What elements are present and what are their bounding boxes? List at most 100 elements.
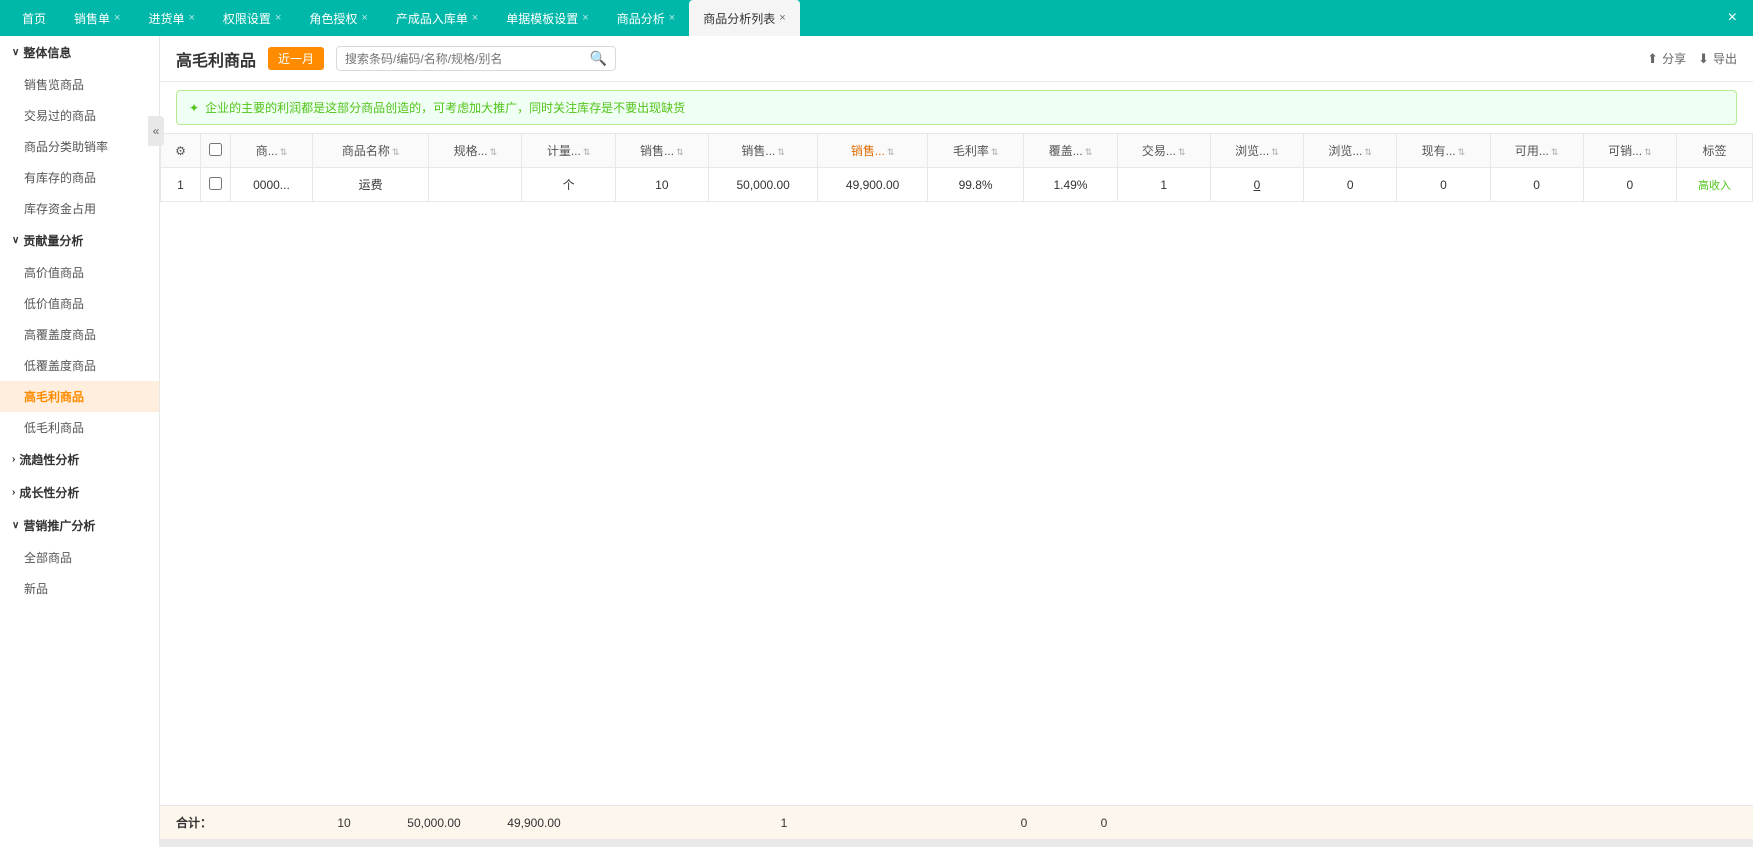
top-navigation: 首页 销售单 × 进货单 × 权限设置 × 角色授权 × 产成品入库单 × 单据… (0, 0, 1753, 36)
page-title: 高毛利商品 (176, 47, 256, 71)
sidebar-group-growth[interactable]: › 成长性分析 (0, 476, 159, 509)
sidebar-item-stock-capital[interactable]: 库存资金占用 (0, 193, 159, 224)
col-header-sales-qty[interactable]: 销售...⇅ (615, 134, 708, 168)
nav-tab-purchase[interactable]: 进货单 × (134, 0, 208, 36)
cell-code: 0000... (231, 168, 313, 202)
col-header-gross-margin[interactable]: 毛利率⇅ (927, 134, 1024, 168)
sort-icon-12: ⇅ (1364, 147, 1372, 157)
col-header-transactions[interactable]: 交易...⇅ (1117, 134, 1210, 168)
sidebar-item-category-rate[interactable]: 商品分类助销率 (0, 131, 159, 162)
content-header: 高毛利商品 近一月 🔍 ⬆ 分享 ⬇ 导出 (160, 36, 1753, 82)
col-header-views2[interactable]: 浏览...⇅ (1304, 134, 1397, 168)
footer-sales-profit: 49,900.00 (484, 816, 584, 830)
nav-tab-templates[interactable]: 单据模板设置 × (492, 0, 602, 36)
footer-sales-qty: 10 (304, 816, 384, 830)
sort-icon-15: ⇅ (1644, 147, 1652, 157)
col-header-stock-current[interactable]: 现有...⇅ (1397, 134, 1490, 168)
col-header-settings[interactable]: ⚙ (161, 134, 201, 168)
sidebar-item-low-coverage[interactable]: 低覆盖度商品 (0, 350, 159, 381)
footer-transactions: 1 (744, 816, 824, 830)
cell-gross-margin: 99.8% (927, 168, 1024, 202)
footer-total-label: 合计： (176, 814, 296, 831)
col-header-stock-sellable[interactable]: 可销...⇅ (1583, 134, 1676, 168)
sidebar-group-contribution[interactable]: ∨ 贡献量分析 (0, 224, 159, 257)
close-purchase-tab[interactable]: × (188, 12, 194, 24)
cell-index: 1 (161, 168, 201, 202)
cell-stock-available: 0 (1490, 168, 1583, 202)
col-header-code[interactable]: 商...⇅ (231, 134, 313, 168)
nav-tab-home[interactable]: 首页 (8, 0, 60, 36)
close-sales-tab[interactable]: × (114, 12, 120, 24)
close-analysis-list-tab[interactable]: × (779, 12, 785, 24)
search-input[interactable] (345, 52, 586, 66)
product-table: ⚙ 商...⇅ 商品名称⇅ 规格...⇅ 计量...⇅ 销售...⇅ 销售...… (160, 133, 1753, 202)
col-header-name[interactable]: 商品名称⇅ (312, 134, 428, 168)
cell-name: 运费 (312, 168, 428, 202)
nav-tab-analysis-list[interactable]: 商品分析列表 × (689, 0, 799, 36)
search-icon[interactable]: 🔍 (590, 50, 607, 67)
cell-stock-current: 0 (1397, 168, 1490, 202)
sidebar-item-low-value[interactable]: 低价值商品 (0, 288, 159, 319)
close-permissions-tab[interactable]: × (275, 12, 281, 24)
sort-icon-14: ⇅ (1551, 147, 1559, 157)
arrow-icon-5: ∨ (12, 520, 19, 531)
share-button[interactable]: ⬆ 分享 (1647, 50, 1686, 67)
sidebar-item-high-value[interactable]: 高价值商品 (0, 257, 159, 288)
time-filter-button[interactable]: 近一月 (268, 47, 324, 70)
col-header-views1[interactable]: 浏览...⇅ (1210, 134, 1303, 168)
cell-unit: 个 (522, 168, 615, 202)
cell-checkbox[interactable] (201, 168, 231, 202)
col-header-spec[interactable]: 规格...⇅ (429, 134, 522, 168)
sidebar-item-high-coverage[interactable]: 高覆盖度商品 (0, 319, 159, 350)
header-actions: ⬆ 分享 ⬇ 导出 (1647, 50, 1737, 67)
sidebar-item-high-margin[interactable]: 高毛利商品 (0, 381, 159, 412)
sort-icon-13: ⇅ (1458, 147, 1466, 157)
nav-tab-warehouse[interactable]: 产成品入库单 × (382, 0, 492, 36)
search-box[interactable]: 🔍 (336, 46, 616, 71)
close-warehouse-tab[interactable]: × (472, 12, 478, 24)
col-header-sales-amount[interactable]: 销售...⇅ (708, 134, 817, 168)
nav-tab-roles[interactable]: 角色授权 × (295, 0, 381, 36)
horizontal-scrollbar[interactable] (160, 839, 1753, 847)
sidebar-item-in-stock[interactable]: 有库存的商品 (0, 162, 159, 193)
arrow-icon-3: › (12, 454, 15, 465)
sidebar-item-new-products[interactable]: 新品 (0, 573, 159, 604)
col-header-unit[interactable]: 计量...⇅ (522, 134, 615, 168)
nav-tab-sales[interactable]: 销售单 × (60, 0, 134, 36)
cell-tag: 高收入 (1677, 168, 1753, 202)
sidebar-item-traded-products[interactable]: 交易过的商品 (0, 100, 159, 131)
nav-tab-analysis[interactable]: 商品分析 × (603, 0, 689, 36)
views1-link[interactable]: 0 (1254, 178, 1261, 192)
data-table-container: ⚙ 商...⇅ 商品名称⇅ 规格...⇅ 计量...⇅ 销售...⇅ 销售...… (160, 133, 1753, 805)
sort-icon-2: ⇅ (392, 147, 400, 157)
cell-sales-qty: 10 (615, 168, 708, 202)
close-all-button[interactable]: × (1720, 9, 1745, 27)
info-banner: ✦ 企业的主要的利润都是这部分商品创造的，可考虑加大推广，同时关注库存是不要出现… (176, 90, 1737, 125)
close-roles-tab[interactable]: × (361, 12, 367, 24)
sidebar-group-overall[interactable]: ∨ 整体信息 (0, 36, 159, 69)
sidebar-group-trend[interactable]: › 流趋性分析 (0, 443, 159, 476)
col-header-coverage[interactable]: 覆盖...⇅ (1024, 134, 1117, 168)
sort-icon-11: ⇅ (1271, 147, 1279, 157)
export-icon: ⬇ (1698, 51, 1709, 67)
arrow-icon: ∨ (12, 47, 19, 58)
col-header-sales-profit[interactable]: 销售...⇅ (818, 134, 927, 168)
export-button[interactable]: ⬇ 导出 (1698, 50, 1737, 67)
cell-views1[interactable]: 0 (1210, 168, 1303, 202)
sidebar: ∨ 整体信息 销售览商品 交易过的商品 商品分类助销率 有库存的商品 库存资金占… (0, 36, 160, 847)
col-header-checkbox[interactable] (201, 134, 231, 168)
sidebar-group-marketing[interactable]: ∨ 营销推广分析 (0, 509, 159, 542)
tag-label: 高收入 (1698, 180, 1731, 192)
sidebar-item-low-margin[interactable]: 低毛利商品 (0, 412, 159, 443)
close-analysis-tab[interactable]: × (669, 12, 675, 24)
sidebar-item-all-products[interactable]: 全部商品 (0, 542, 159, 573)
select-all-checkbox[interactable] (209, 143, 222, 156)
sidebar-item-sales-overview[interactable]: 销售览商品 (0, 69, 159, 100)
col-header-stock-available[interactable]: 可用...⇅ (1490, 134, 1583, 168)
sidebar-collapse-button[interactable]: « (148, 116, 164, 146)
nav-tab-permissions[interactable]: 权限设置 × (209, 0, 295, 36)
cell-sales-amount: 50,000.00 (708, 168, 817, 202)
close-templates-tab[interactable]: × (582, 12, 588, 24)
row-checkbox[interactable] (209, 177, 222, 190)
cell-coverage: 1.49% (1024, 168, 1117, 202)
